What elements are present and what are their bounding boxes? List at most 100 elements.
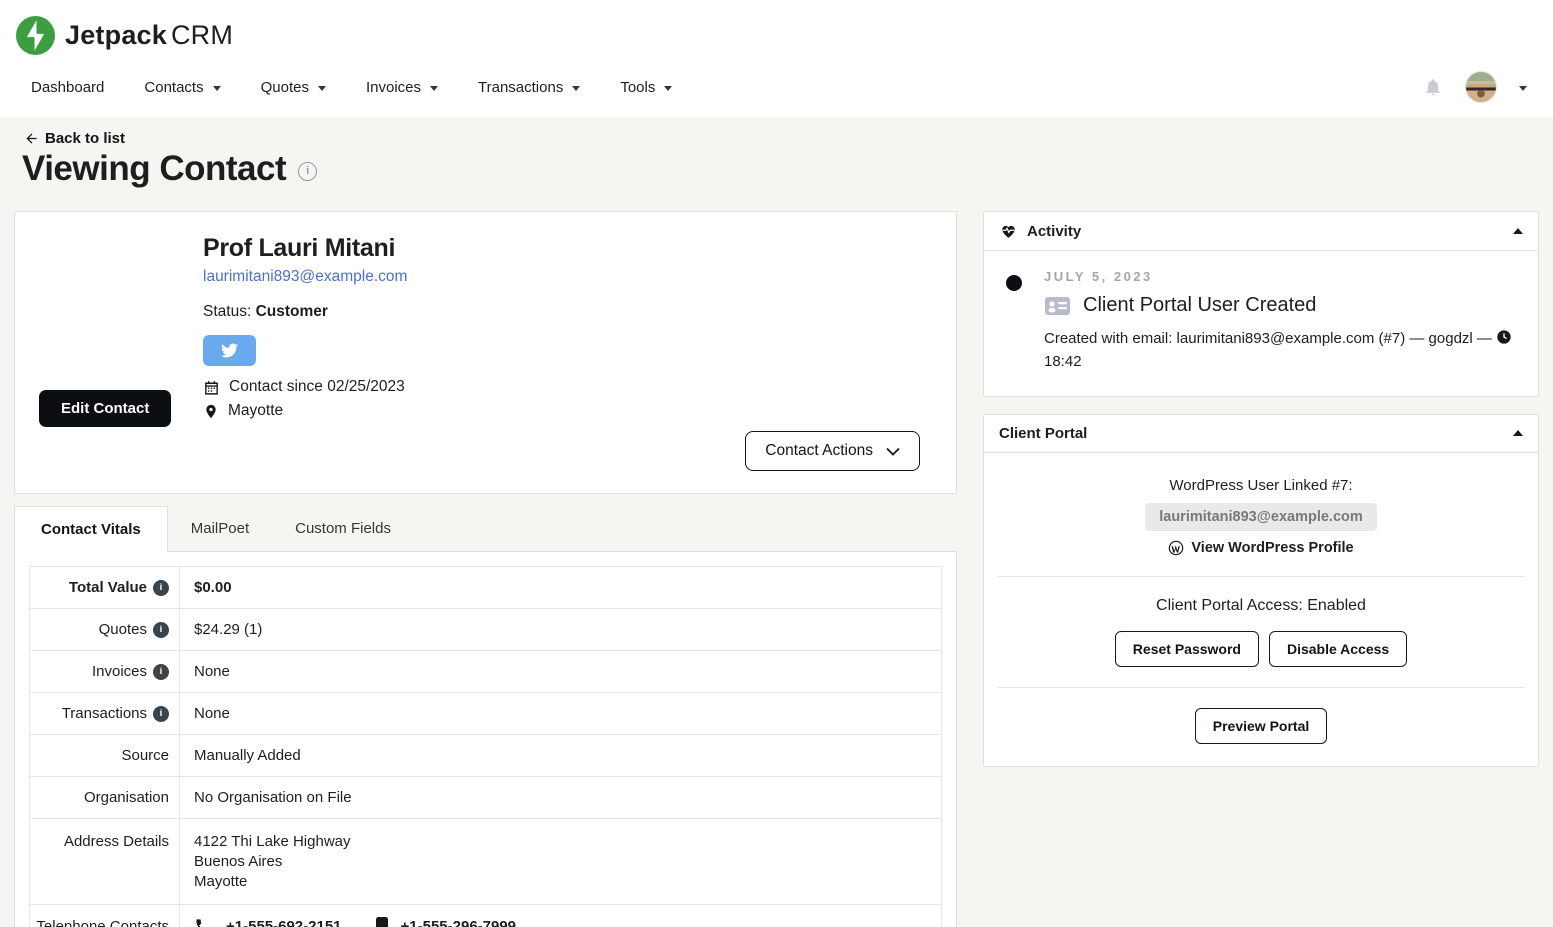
brand-logo-row: JetpackCRM <box>0 10 1553 65</box>
row-label: Telephone Contacts <box>36 918 169 927</box>
chevron-down-icon <box>318 86 326 91</box>
twitter-button[interactable] <box>203 335 256 366</box>
id-card-icon <box>1044 296 1071 316</box>
wp-linked-email-chip[interactable]: laurimitani893@example.com <box>1145 503 1377 531</box>
nav-item-contacts[interactable]: Contacts <box>144 73 235 102</box>
nav-item-dashboard[interactable]: Dashboard <box>31 73 119 102</box>
client-portal-title: Client Portal <box>999 425 1087 442</box>
clock-icon <box>1496 329 1512 345</box>
jetpack-logo-icon[interactable] <box>16 16 55 55</box>
mobile-number[interactable]: +1-555-296-7999 <box>401 918 517 927</box>
app-header: JetpackCRM Dashboard Contacts Quotes Inv… <box>0 0 1553 117</box>
collapse-caret-icon[interactable] <box>1513 228 1523 234</box>
row-value: No Organisation on File <box>180 777 941 818</box>
page-info-icon[interactable] <box>298 162 317 181</box>
row-label: Quotes <box>99 621 147 638</box>
phone-icon <box>194 917 213 927</box>
status-value: Customer <box>256 303 328 320</box>
back-to-list-link[interactable]: Back to list <box>24 130 125 147</box>
contact-name: Prof Lauri Mitani <box>203 234 407 263</box>
account-menu-chevron-icon[interactable] <box>1519 86 1527 91</box>
row-value: $0.00 <box>180 567 941 608</box>
nav-right <box>1423 71 1527 103</box>
nav-label: Transactions <box>478 79 563 96</box>
address-line: Buenos Aires <box>194 852 927 872</box>
portal-access-status: Client Portal Access: Enabled <box>1004 597 1518 615</box>
info-icon[interactable] <box>153 664 169 680</box>
table-row: Organisation No Organisation on File <box>30 777 941 819</box>
wp-profile-link-label: View WordPress Profile <box>1191 540 1353 556</box>
back-link-label: Back to list <box>45 130 125 147</box>
table-row: Invoices None <box>30 651 941 693</box>
contact-location-label: Mayotte <box>228 402 283 420</box>
activity-panel-title: Activity <box>1027 223 1081 240</box>
brand-name-bold: Jetpack <box>65 20 167 50</box>
arrow-left-icon <box>24 131 39 146</box>
wordpress-icon <box>1168 540 1184 556</box>
info-icon[interactable] <box>153 622 169 638</box>
page-title: Viewing Contact <box>22 149 286 189</box>
brand-wordmark: JetpackCRM <box>65 20 233 51</box>
telephone-contacts: +1-555-692-2151 +1-555-296-7999 <box>194 917 516 927</box>
client-portal-header: Client Portal <box>984 415 1538 453</box>
view-wordpress-profile-link[interactable]: View WordPress Profile <box>1004 540 1518 556</box>
nav-label: Tools <box>620 79 655 96</box>
info-icon[interactable] <box>153 580 169 596</box>
wp-user-linked-label: WordPress User Linked #7: <box>1004 477 1518 494</box>
info-icon[interactable] <box>153 706 169 722</box>
client-portal-panel: Client Portal WordPress User Linked #7: … <box>983 414 1539 767</box>
phone-number[interactable]: +1-555-692-2151 <box>226 918 342 927</box>
table-row: Transactions None <box>30 693 941 735</box>
address-line: 4122 Thi Lake Highway <box>194 832 927 852</box>
contact-email-link[interactable]: laurimitani893@example.com <box>203 268 407 286</box>
nav-label: Quotes <box>261 79 309 96</box>
disable-access-button[interactable]: Disable Access <box>1269 631 1407 667</box>
row-value: Manually Added <box>180 735 941 776</box>
contact-location: Mayotte <box>203 402 407 420</box>
status-label: Status: <box>203 303 251 320</box>
row-value: $24.29 (1) <box>180 609 941 650</box>
nav-item-transactions[interactable]: Transactions <box>478 73 595 102</box>
table-row: Source Manually Added <box>30 735 941 777</box>
collapse-caret-icon[interactable] <box>1513 430 1523 436</box>
activity-panel: Activity JULY 5, 2023 <box>983 211 1539 397</box>
table-row: Quotes $24.29 (1) <box>30 609 941 651</box>
table-row: Telephone Contacts +1-555-692-2151 +1-55 <box>30 905 941 927</box>
table-row: Total Value $0.00 <box>30 567 941 609</box>
chevron-down-icon <box>664 86 672 91</box>
contact-status: Status: Customer <box>203 303 407 321</box>
nav-item-quotes[interactable]: Quotes <box>261 73 341 102</box>
tab-custom-fields[interactable]: Custom Fields <box>272 506 414 551</box>
reset-password-button[interactable]: Reset Password <box>1115 631 1259 667</box>
activity-timeline: JULY 5, 2023 Client Portal User Created <box>984 251 1538 396</box>
nav-label: Invoices <box>366 79 421 96</box>
activity-date: JULY 5, 2023 <box>1044 269 1514 284</box>
divider <box>998 576 1524 577</box>
contact-photo <box>39 224 172 376</box>
nav-item-invoices[interactable]: Invoices <box>366 73 453 102</box>
row-label: Organisation <box>84 789 169 806</box>
activity-description-text: Created with email: laurimitani893@examp… <box>1044 330 1492 347</box>
notifications-bell-icon[interactable] <box>1423 76 1443 98</box>
contact-since: Contact since 02/25/2023 <box>203 378 407 396</box>
user-avatar[interactable] <box>1465 71 1497 103</box>
edit-contact-button[interactable]: Edit Contact <box>39 390 171 427</box>
nav-item-tools[interactable]: Tools <box>620 73 687 102</box>
chevron-down-icon <box>886 447 900 456</box>
brand-name-light: CRM <box>171 20 233 50</box>
calendar-icon <box>203 379 220 396</box>
table-row: Address Details 4122 Thi Lake Highway Bu… <box>30 819 941 905</box>
row-label: Address Details <box>64 833 169 850</box>
contact-actions-button[interactable]: Contact Actions <box>745 431 920 471</box>
chevron-down-icon <box>572 86 580 91</box>
location-pin-icon <box>203 403 219 420</box>
heartbeat-icon <box>999 222 1018 240</box>
mobile-phone-icon <box>376 917 388 927</box>
contact-tabs: Contact Vitals MailPoet Custom Fields <box>14 506 957 551</box>
tab-mailpoet[interactable]: MailPoet <box>168 506 272 551</box>
contact-actions-label: Contact Actions <box>765 442 873 460</box>
nav-label: Dashboard <box>31 79 104 96</box>
tab-contact-vitals[interactable]: Contact Vitals <box>14 506 168 552</box>
preview-portal-button[interactable]: Preview Portal <box>1195 708 1328 744</box>
vitals-table: Total Value $0.00 Quotes $24.29 (1) <box>29 566 942 927</box>
